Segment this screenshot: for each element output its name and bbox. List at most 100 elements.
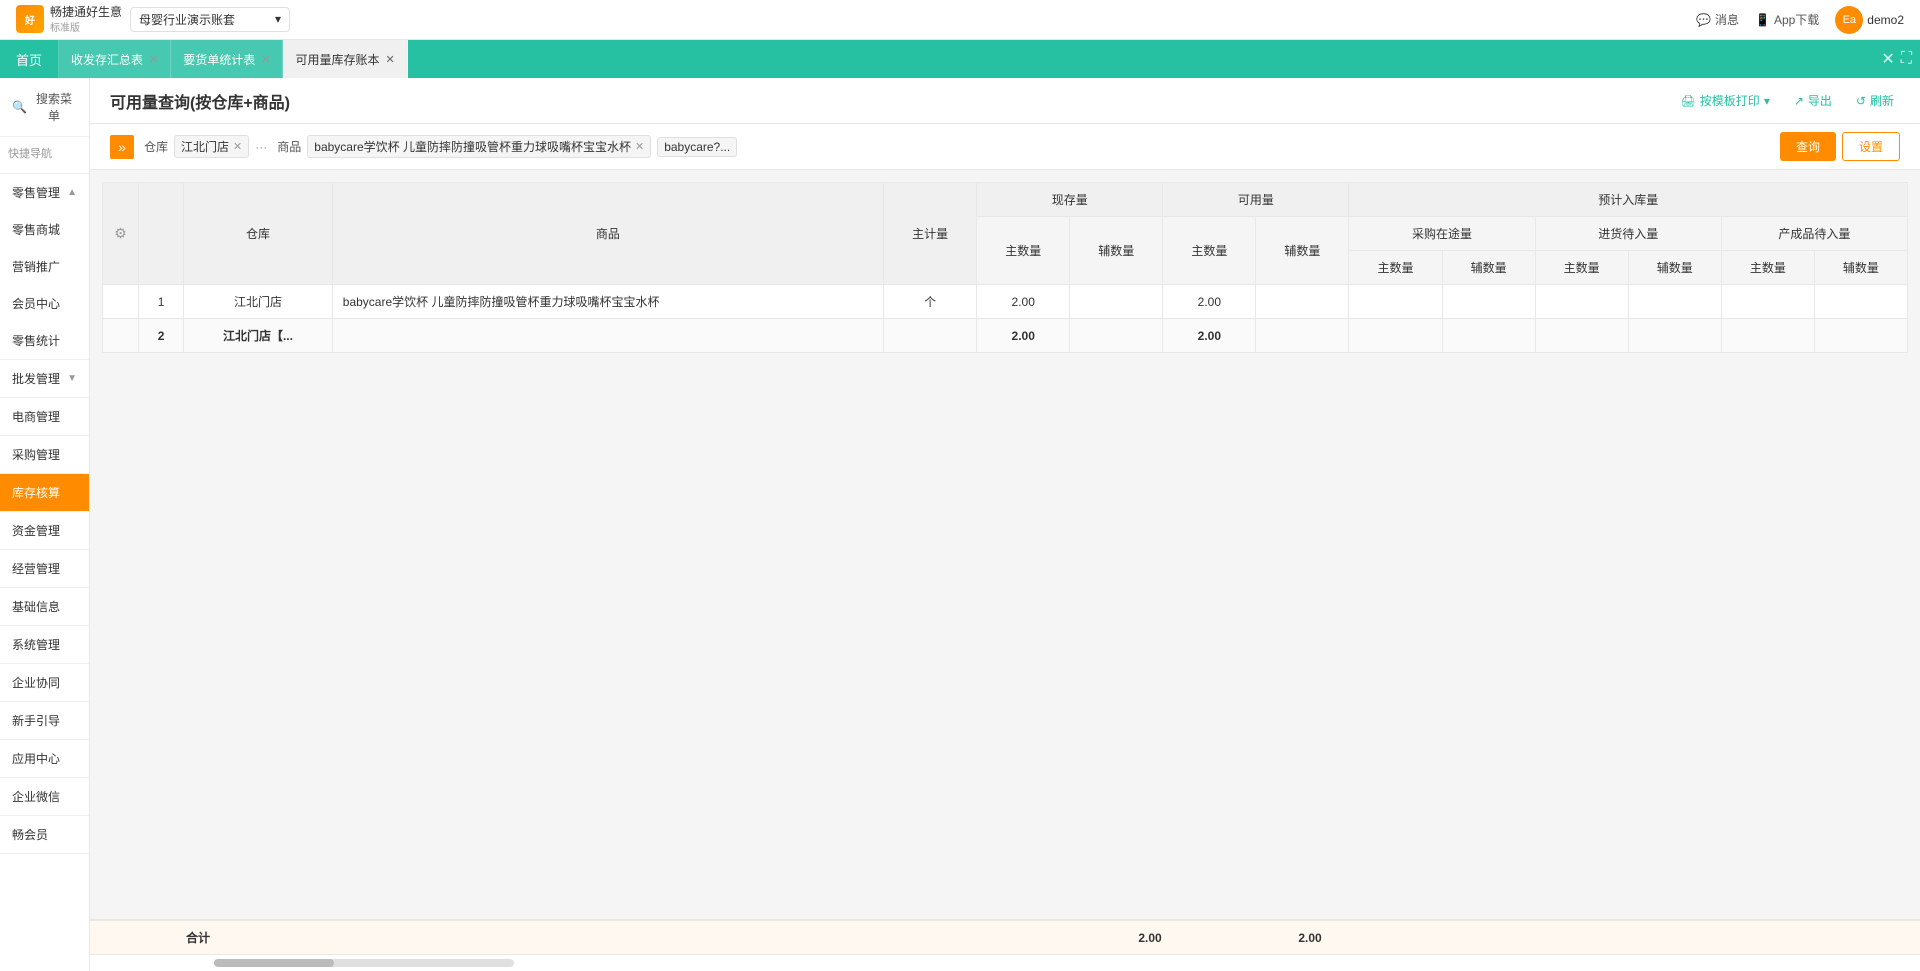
sidebar-item-basic-info[interactable]: 基础信息 <box>0 588 89 625</box>
table-body: 1 江北门店 babycare学饮杯 儿童防摔防撞吸管杯重力球吸嘴杯宝宝水杯 个… <box>103 285 1908 353</box>
tab-order-stats[interactable]: 要货单统计表 ✕ <box>171 40 283 78</box>
tab-available-stock[interactable]: 可用量库存账本 ✕ <box>283 40 407 78</box>
sidebar-item-finance[interactable]: 资金管理 <box>0 512 89 549</box>
scroll-thumb[interactable] <box>214 959 334 967</box>
warehouse-tag[interactable]: 江北门店 ✕ <box>174 135 249 158</box>
sidebar-item-retail-stats[interactable]: 零售统计 <box>0 322 89 359</box>
sidebar-appcenter-section: 应用中心 <box>0 740 89 778</box>
table-row: 2 江北门店【... 2.00 2.00 <box>103 319 1908 353</box>
th-product-sub: 辅数量 <box>1814 251 1907 285</box>
scroll-track[interactable] <box>214 959 514 967</box>
search-icon: 🔍 <box>12 100 27 114</box>
industry-selector[interactable]: 母婴行业演示账套 ▾ <box>130 7 290 32</box>
row1-settings <box>103 285 139 319</box>
sidebar-item-app-center[interactable]: 应用中心 <box>0 740 89 777</box>
row2-purchase-sub <box>1442 319 1535 353</box>
horizontal-scroll <box>90 954 1920 971</box>
row1-stock-main: 2.00 <box>977 285 1070 319</box>
th-purchase-main: 主数量 <box>1349 251 1442 285</box>
row1-purchase-sub <box>1442 285 1535 319</box>
user-profile[interactable]: Ea demo2 <box>1835 6 1904 34</box>
th-warehouse: 仓库 <box>184 183 333 285</box>
sidebar-item-retail-mall[interactable]: 零售商城 <box>0 211 89 248</box>
tab-close-all-icon[interactable]: ✕ <box>1881 49 1894 69</box>
message-button[interactable]: 💬 消息 <box>1696 11 1739 28</box>
app-download-button[interactable]: 📱 App下载 <box>1755 11 1819 28</box>
sidebar-vip-section: 畅会员 <box>0 816 89 854</box>
row1-pendin-sub <box>1628 285 1721 319</box>
sidebar-retail-mgmt-section: 零售管理 ▲ 零售商城 营销推广 会员中心 零售统计 <box>0 174 89 360</box>
product-tag-1[interactable]: babycare学饮杯 儿童防摔防撞吸管杯重力球吸嘴杯宝宝水杯 ✕ <box>307 135 651 158</box>
refresh-button[interactable]: ↺ 刷新 <box>1850 88 1900 113</box>
product-tag-2[interactable]: babycare?... <box>657 137 737 157</box>
tab-receipt-summary[interactable]: 收发存汇总表 ✕ <box>59 40 171 78</box>
sidebar-wechat-section: 企业微信 <box>0 778 89 816</box>
search-menu-button[interactable]: 🔍 搜索菜单 <box>8 86 81 128</box>
row2-seq: 2 <box>139 319 184 353</box>
settings-icon[interactable]: ⚙ <box>114 225 127 241</box>
sidebar-basic-info-section: 基础信息 <box>0 588 89 626</box>
message-icon: 💬 <box>1696 13 1711 27</box>
row2-product-sub <box>1814 319 1907 353</box>
warehouse-more[interactable]: ··· <box>255 140 267 154</box>
tab-expand-icon[interactable]: ⛶ <box>1901 50 1912 68</box>
table-footer: 合计 2.00 2.00 <box>90 919 1920 954</box>
warehouse-tag-remove[interactable]: ✕ <box>233 140 242 153</box>
export-button[interactable]: ↗ 导出 <box>1788 88 1838 113</box>
data-table: ⚙ 仓库 商品 主计量 现存量 可用量 预计入库量 主数量 辅数量 主数量 <box>102 182 1908 353</box>
query-button[interactable]: 查询 <box>1780 132 1836 161</box>
row2-product-main <box>1721 319 1814 353</box>
th-settings[interactable]: ⚙ <box>103 183 139 285</box>
sidebar-enterprise-section: 企业协同 <box>0 664 89 702</box>
sidebar-inventory-section: 库存核算 <box>0 474 89 512</box>
product-filter: 商品 babycare学饮杯 儿童防摔防撞吸管杯重力球吸嘴杯宝宝水杯 ✕ bab… <box>277 135 737 158</box>
sidebar-item-enterprise[interactable]: 企业协同 <box>0 664 89 701</box>
sidebar-item-wechat-biz[interactable]: 企业微信 <box>0 778 89 815</box>
footer-total-avail: 2.00 <box>1270 931 1350 945</box>
tab-close-available[interactable]: ✕ <box>386 53 395 66</box>
sidebar-quick-nav: 快捷导航 <box>0 137 89 174</box>
th-purchase-transit: 采购在途量 <box>1349 217 1535 251</box>
sidebar-item-system[interactable]: 系统管理 <box>0 626 89 663</box>
tab-home[interactable]: 首页 <box>0 40 59 78</box>
sidebar-item-operations[interactable]: 经营管理 <box>0 550 89 587</box>
print-button[interactable]: 🖨 按模板打印 ▾ <box>1675 88 1776 113</box>
row1-stock-sub <box>1070 285 1163 319</box>
tab-close-receipt[interactable]: ✕ <box>149 53 158 66</box>
tab-close-order[interactable]: ✕ <box>261 53 270 66</box>
sidebar-item-members[interactable]: 会员中心 <box>0 285 89 322</box>
page-actions: 🖨 按模板打印 ▾ ↗ 导出 ↺ 刷新 <box>1675 88 1900 113</box>
arrow-icon: ▼ <box>67 373 77 384</box>
row1-pendin-main <box>1535 285 1628 319</box>
row1-unit: 个 <box>884 285 977 319</box>
sidebar-newguide-section: 新手引导 <box>0 702 89 740</box>
filter-expand-button[interactable]: » <box>110 135 134 159</box>
setting-button[interactable]: 设置 <box>1842 132 1900 161</box>
row1-product-sub <box>1814 285 1907 319</box>
th-product: 商品 <box>332 183 883 285</box>
row2-warehouse: 江北门店【... <box>184 319 333 353</box>
sidebar-item-purchase[interactable]: 采购管理 <box>0 436 89 473</box>
top-bar-left: 好 畅捷通好生意 标准版 母婴行业演示账套 ▾ <box>16 5 290 34</box>
th-product-main: 主数量 <box>1721 251 1814 285</box>
footer-total-stock: 2.00 <box>1110 931 1190 945</box>
sidebar-item-ecommerce[interactable]: 电商管理 <box>0 398 89 435</box>
product-tag1-remove[interactable]: ✕ <box>635 140 644 153</box>
top-bar-right: 💬 消息 📱 App下载 Ea demo2 <box>1696 6 1904 34</box>
sidebar-item-inventory[interactable]: 库存核算 <box>0 474 89 511</box>
logo-text: 畅捷通好生意 标准版 <box>50 5 122 34</box>
sidebar-item-new-guide[interactable]: 新手引导 <box>0 702 89 739</box>
app-icon: 📱 <box>1755 13 1770 27</box>
sidebar-purchase-section: 采购管理 <box>0 436 89 474</box>
sidebar-item-marketing[interactable]: 营销推广 <box>0 248 89 285</box>
filter-bar: » 仓库 江北门店 ✕ ··· 商品 babycare学饮杯 儿童防摔防撞吸管杯… <box>90 124 1920 170</box>
th-seq <box>139 183 184 285</box>
print-chevron-icon: ▾ <box>1764 94 1770 108</box>
th-current-stock: 现存量 <box>977 183 1163 217</box>
row1-warehouse: 江北门店 <box>184 285 333 319</box>
print-icon: 🖨 <box>1681 94 1696 108</box>
sidebar-item-vip[interactable]: 畅会员 <box>0 816 89 853</box>
sidebar-ecommerce-section: 电商管理 <box>0 398 89 436</box>
sidebar-item-wholesale-mgmt[interactable]: 批发管理 ▼ <box>0 360 89 397</box>
sidebar-item-retail-mgmt[interactable]: 零售管理 ▲ <box>0 174 89 211</box>
